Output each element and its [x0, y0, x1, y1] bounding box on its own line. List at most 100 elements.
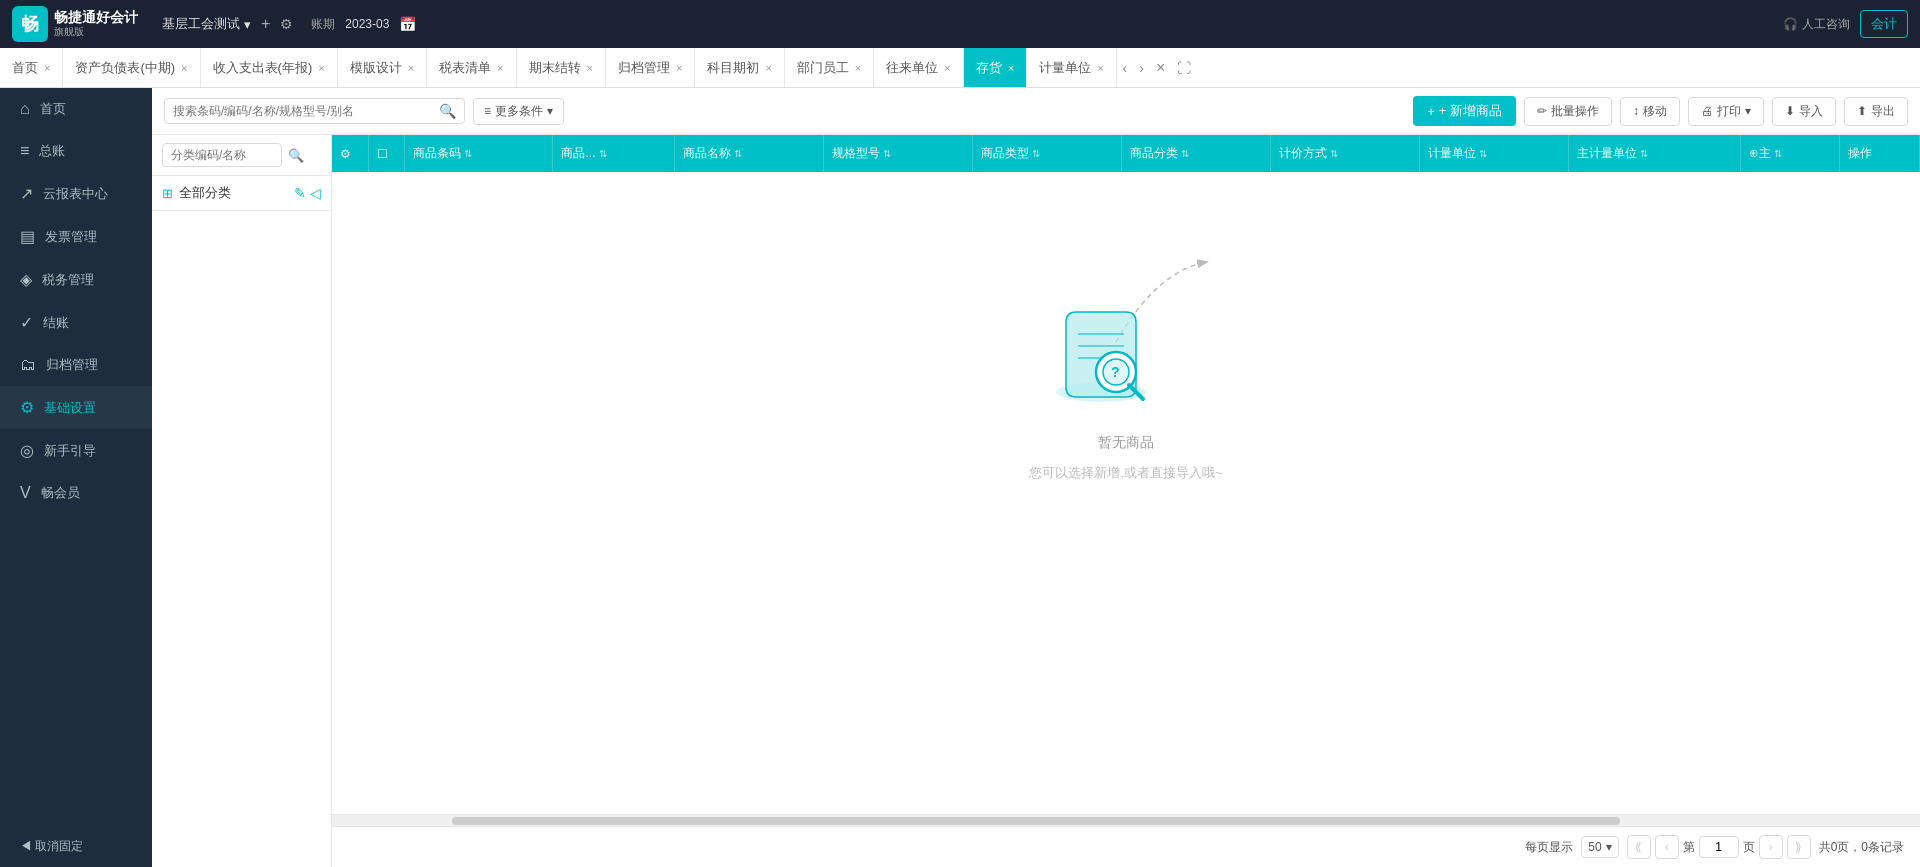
import-icon: ⬇: [1785, 104, 1795, 118]
sidebar-item-archive[interactable]: 🗂 归档管理: [0, 344, 152, 386]
per-page-label: 每页显示: [1525, 839, 1573, 856]
account-button[interactable]: 会计: [1860, 10, 1908, 38]
tab-nav-next[interactable]: ›: [1133, 60, 1150, 76]
export-button[interactable]: ⬆ 导出: [1844, 97, 1908, 126]
add-product-button[interactable]: + + 新增商品: [1413, 96, 1516, 126]
horizontal-scrollbar[interactable]: [332, 814, 1920, 826]
dropdown-icon: ▾: [244, 17, 251, 32]
th-settings[interactable]: ⚙: [332, 135, 368, 172]
table-area: ⚙ ☐ 商品条码⇅ 商品...⇅ 商品名称⇅: [332, 135, 1920, 814]
tab-period[interactable]: 期末结转 ×: [517, 48, 606, 88]
batch-operate-button[interactable]: ✏ 批量操作: [1524, 97, 1612, 126]
tab-income[interactable]: 收入支出表(年报) ×: [201, 48, 338, 88]
tab-subject[interactable]: 科目期初 ×: [695, 48, 784, 88]
tab-expand-icon[interactable]: ⛶: [1171, 60, 1197, 76]
import-button[interactable]: ⬇ 导入: [1772, 97, 1836, 126]
tab-archive[interactable]: 归档管理 ×: [606, 48, 695, 88]
tab-bar: 首页 × 资产负债表(中期) × 收入支出表(年报) × 模版设计 × 税表清单…: [0, 48, 1920, 88]
th-unit: 计量单位⇅: [1419, 135, 1568, 172]
th-checkbox[interactable]: ☐: [368, 135, 404, 172]
tab-dept[interactable]: 部门员工 ×: [785, 48, 874, 88]
empty-subtitle: 您可以选择新增,或者直接导入哦~: [1029, 464, 1222, 482]
table-body: ? 暂无商品 您可以选择新增,或者直接导入哦~: [332, 172, 1920, 572]
empty-illustration: ?: [1036, 262, 1216, 422]
sidebar-item-home[interactable]: ⌂ 首页: [0, 88, 152, 130]
service-button[interactable]: 🎧 人工咨询: [1783, 16, 1850, 33]
prev-page-button[interactable]: ‹: [1655, 835, 1679, 859]
sidebar-item-member[interactable]: V 畅会员: [0, 472, 152, 514]
period-value: 2023-03: [345, 17, 389, 31]
calendar-icon[interactable]: 📅: [399, 16, 416, 32]
tab-tax-close[interactable]: ×: [497, 62, 503, 74]
th-extra: ⊕主⇅: [1741, 135, 1839, 172]
sidebar-item-newbie[interactable]: ◎ 新手引导: [0, 429, 152, 472]
th-action: 操作: [1839, 135, 1920, 172]
tab-unit[interactable]: 计量单位 ×: [1027, 48, 1116, 88]
company-name: 基层工会测试: [162, 15, 240, 33]
logo-icon: 畅: [12, 6, 48, 42]
more-filter-label: 更多条件: [495, 103, 543, 120]
tab-tax[interactable]: 税表清单 ×: [427, 48, 516, 88]
newbie-icon: ◎: [20, 441, 34, 460]
tab-home[interactable]: 首页 ×: [0, 48, 63, 88]
last-page-button[interactable]: ⟫: [1787, 835, 1811, 859]
category-actions: ✎ ◁: [294, 185, 321, 201]
tab-template-close[interactable]: ×: [408, 62, 414, 74]
sidebar-member-label: 畅会员: [41, 484, 80, 502]
more-filter-button[interactable]: ≡ 更多条件 ▾: [473, 98, 564, 125]
add-product-label: + 新增商品: [1439, 102, 1502, 120]
sidebar-item-tax[interactable]: ◈ 税务管理: [0, 258, 152, 301]
tab-archive-close[interactable]: ×: [676, 62, 682, 74]
table-header-row: ⚙ ☐ 商品条码⇅ 商品...⇅ 商品名称⇅: [332, 135, 1920, 172]
tab-supplier[interactable]: 往来单位 ×: [874, 48, 963, 88]
category-search-input[interactable]: [162, 143, 282, 167]
tab-unit-label: 计量单位: [1039, 59, 1091, 77]
next-page-button[interactable]: ›: [1759, 835, 1783, 859]
tab-period-close[interactable]: ×: [587, 62, 593, 74]
tab-template[interactable]: 模版设计 ×: [338, 48, 427, 88]
sidebar-item-basic[interactable]: ⚙ 基础设置: [0, 386, 152, 429]
sidebar-unpin-button[interactable]: ◀ 取消固定: [0, 826, 152, 867]
main-layout: ⌂ 首页 ≡ 总账 ↗ 云报表中心 ▤ 发票管理 ◈ 税务管理 ✓ 结账 🗂 归…: [0, 88, 1920, 867]
tab-nav-prev[interactable]: ‹: [1117, 60, 1134, 76]
first-page-button[interactable]: ⟪: [1627, 835, 1651, 859]
tab-dept-close[interactable]: ×: [855, 62, 861, 74]
left-search: 🔍: [152, 135, 331, 176]
member-icon: V: [20, 484, 31, 502]
sidebar-item-settle[interactable]: ✓ 结账: [0, 301, 152, 344]
sidebar-item-invoice[interactable]: ▤ 发票管理: [0, 215, 152, 258]
category-edit-icon[interactable]: ✎: [294, 185, 306, 201]
tab-supplier-label: 往来单位: [886, 59, 938, 77]
tab-subject-close[interactable]: ×: [765, 62, 771, 74]
move-button[interactable]: ↕ 移动: [1620, 97, 1680, 126]
sidebar-item-report[interactable]: ↗ 云报表中心: [0, 172, 152, 215]
scrollbar-thumb[interactable]: [452, 817, 1620, 825]
tab-nav-close[interactable]: ×: [1150, 59, 1171, 77]
sidebar-ledger-label: 总账: [39, 142, 65, 160]
th-price-method: 计价方式⇅: [1271, 135, 1420, 172]
tab-unit-close[interactable]: ×: [1097, 62, 1103, 74]
tab-balance-close[interactable]: ×: [181, 62, 187, 74]
main-search-wrap: 🔍: [164, 98, 465, 124]
tab-balance[interactable]: 资产负债表(中期) ×: [63, 48, 200, 88]
service-label: 人工咨询: [1802, 16, 1850, 33]
main-search-input[interactable]: [173, 104, 433, 118]
add-company-icon[interactable]: +: [261, 15, 270, 33]
main-search-icon[interactable]: 🔍: [439, 103, 456, 119]
tab-inventory[interactable]: 存货 ×: [964, 48, 1027, 88]
settings-icon[interactable]: ⚙: [280, 16, 293, 32]
category-collapse-icon[interactable]: ◁: [310, 185, 321, 201]
tab-income-close[interactable]: ×: [318, 62, 324, 74]
tab-inventory-close[interactable]: ×: [1008, 62, 1014, 74]
per-page-select[interactable]: 50 ▾: [1581, 836, 1618, 858]
report-icon: ↗: [20, 184, 33, 203]
category-search-icon[interactable]: 🔍: [288, 148, 304, 163]
page-input[interactable]: [1699, 836, 1739, 858]
category-label: 全部分类: [179, 184, 231, 202]
sidebar-item-ledger[interactable]: ≡ 总账: [0, 130, 152, 172]
batch-icon: ✏: [1537, 104, 1547, 118]
print-button[interactable]: 🖨 打印 ▾: [1688, 97, 1764, 126]
tab-home-close[interactable]: ×: [44, 62, 50, 74]
company-selector[interactable]: 基层工会测试 ▾: [162, 15, 251, 33]
tab-supplier-close[interactable]: ×: [944, 62, 950, 74]
